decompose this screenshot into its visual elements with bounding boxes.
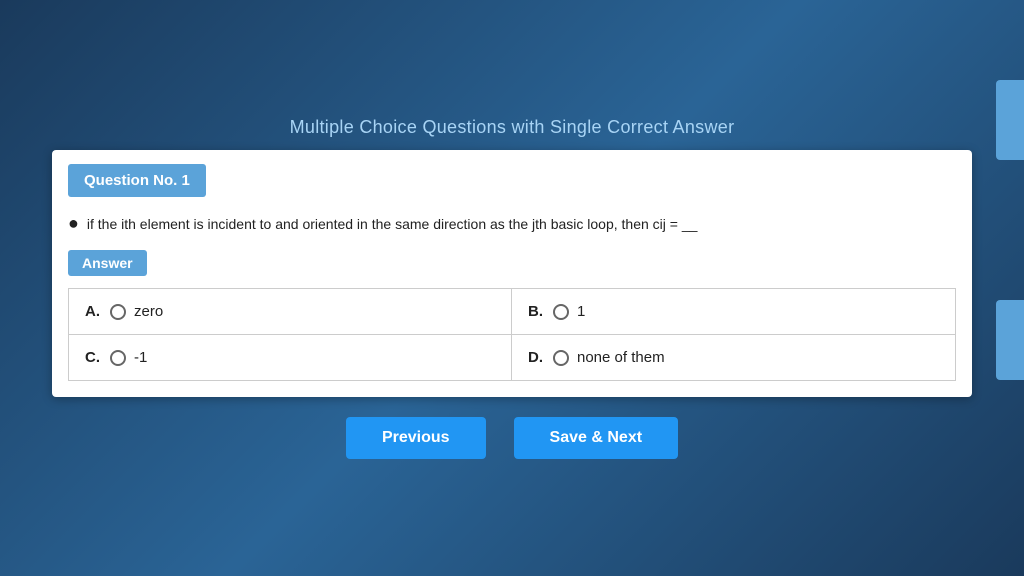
option-d[interactable]: D. none of them <box>512 335 955 380</box>
question-body: if the ith element is incident to and or… <box>87 216 698 232</box>
option-d-key: D. <box>528 349 543 366</box>
option-d-text: none of them <box>577 349 665 366</box>
option-c[interactable]: C. -1 <box>69 335 512 380</box>
question-text-row: ● if the ith element is incident to and … <box>52 207 972 250</box>
option-d-radio[interactable] <box>553 350 569 366</box>
option-b[interactable]: B. 1 <box>512 289 955 335</box>
option-c-key: C. <box>85 349 100 366</box>
previous-button[interactable]: Previous <box>346 417 486 459</box>
option-a[interactable]: A. zero <box>69 289 512 335</box>
option-b-text: 1 <box>577 303 585 320</box>
option-b-key: B. <box>528 303 543 320</box>
question-number: Question No. 1 <box>68 164 206 197</box>
buttons-row: Previous Save & Next <box>346 417 678 459</box>
right-tab-top <box>996 80 1024 160</box>
option-a-key: A. <box>85 303 100 320</box>
question-card: Question No. 1 ● if the ith element is i… <box>52 150 972 397</box>
option-c-radio[interactable] <box>110 350 126 366</box>
answer-label: Answer <box>68 250 147 276</box>
option-a-radio[interactable] <box>110 304 126 320</box>
option-c-text: -1 <box>134 349 147 366</box>
right-tab-bottom <box>996 300 1024 380</box>
bullet-icon: ● <box>68 213 79 234</box>
option-a-text: zero <box>134 303 163 320</box>
save-next-button[interactable]: Save & Next <box>514 417 679 459</box>
page-title: Multiple Choice Questions with Single Co… <box>290 117 735 138</box>
main-container: Multiple Choice Questions with Single Co… <box>52 117 972 459</box>
answer-section: Answer A. zero B. 1 C. -1 <box>52 250 972 381</box>
options-grid: A. zero B. 1 C. -1 D. none of <box>68 288 956 381</box>
card-spacer <box>52 381 972 397</box>
option-b-radio[interactable] <box>553 304 569 320</box>
